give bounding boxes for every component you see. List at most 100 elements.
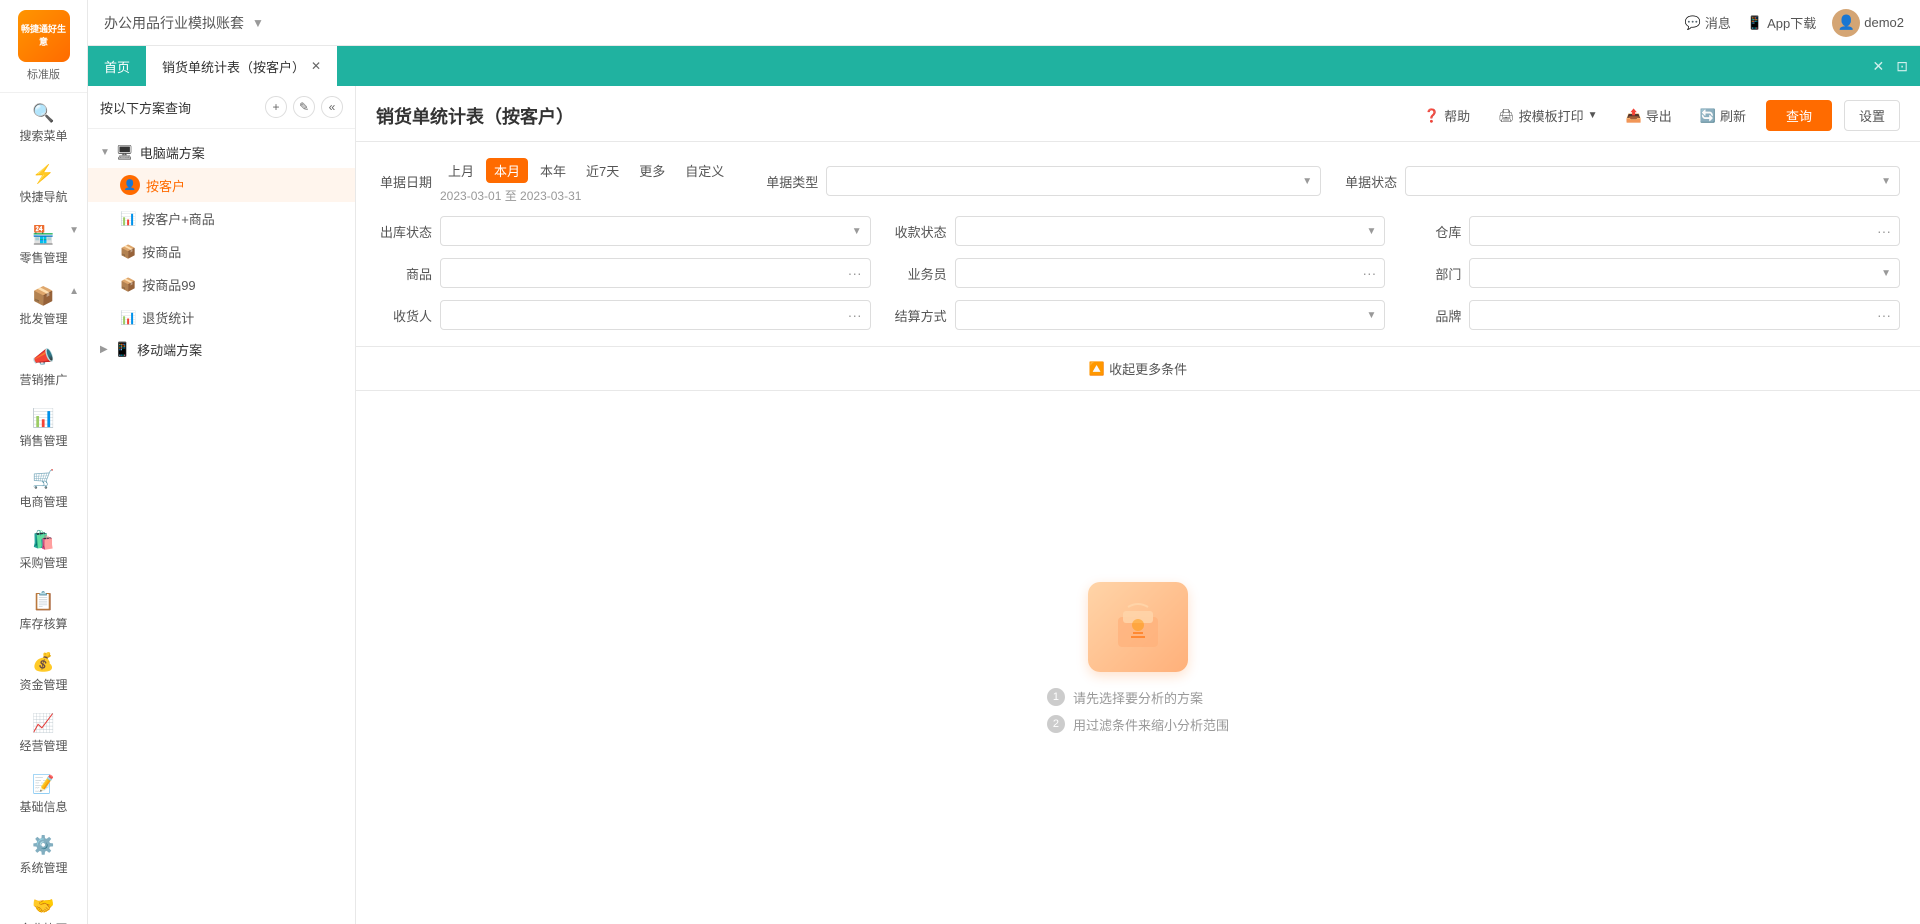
sidebar-item-marketing[interactable]: 📣 营销推广 xyxy=(0,337,87,398)
by-goods-icon: 📦 xyxy=(120,244,136,260)
page-actions: ❓ 帮助 🖨 按模板打印 ▼ 📤 导出 🔄 刷新 xyxy=(1416,100,1900,131)
empty-illustration xyxy=(1088,582,1188,672)
goods-dots-icon: ··· xyxy=(848,265,862,281)
wholesale-icon: 📦 xyxy=(32,286,54,307)
tree-group-mobile-header[interactable]: ▶ 📱 移动端方案 xyxy=(88,334,355,365)
filter-receiver: 收货人 ··· xyxy=(376,300,871,330)
date-label: 单据日期 xyxy=(376,172,432,191)
empty-state: 1 请先选择要分析的方案 2 用过滤条件来缩小分析范围 xyxy=(356,391,1920,924)
active-badge: 👤 xyxy=(120,175,140,195)
date-tab-more[interactable]: 更多 xyxy=(631,158,673,183)
filter-row-4: 收货人 ··· 结算方式 ▼ xyxy=(376,300,1900,330)
right-content: 销货单统计表（按客户） ❓ 帮助 🖨 按模板打印 ▼ 📤 导出 xyxy=(356,86,1920,924)
doc-type-input[interactable]: ▼ xyxy=(826,166,1321,196)
window-maximize-btn[interactable]: ⊡ xyxy=(1896,58,1908,75)
staff-input[interactable]: ··· xyxy=(955,258,1386,288)
ship-arrow-icon: ▼ xyxy=(852,226,862,237)
brand-input[interactable]: ··· xyxy=(1469,300,1900,330)
left-panel-title: 按以下方案查询 xyxy=(100,98,257,117)
date-range: 2023-03-01 至 2023-03-31 xyxy=(440,187,732,204)
page-header: 销货单统计表（按客户） ❓ 帮助 🖨 按模板打印 ▼ 📤 导出 xyxy=(356,86,1920,142)
filter-doc-status: 单据状态 ▼ xyxy=(1341,166,1900,196)
sidebar-nav: 🔍 搜索菜单 ⚡ 快捷导航 🏪 零售管理 ▼ 📦 批发管理 ▲ 📣 营销推广 📊… xyxy=(0,93,87,924)
goods-input[interactable]: ··· xyxy=(440,258,871,288)
collapse-panel-btn[interactable]: « xyxy=(321,96,343,118)
app-download-btn[interactable]: 📱 App下载 xyxy=(1747,13,1816,32)
query-button[interactable]: 查询 xyxy=(1766,100,1832,131)
sidebar: 畅捷通好生意 标准版 🔍 搜索菜单 ⚡ 快捷导航 🏪 零售管理 ▼ 📦 批发管理… xyxy=(0,0,88,924)
collapse-row: 🔼 收起更多条件 xyxy=(356,347,1920,391)
sidebar-item-finance[interactable]: 💰 资金管理 xyxy=(0,642,87,703)
dept-input[interactable]: ▼ xyxy=(1469,258,1900,288)
settle-label: 结算方式 xyxy=(891,306,947,325)
edit-scheme-btn[interactable]: ✎ xyxy=(293,96,315,118)
tab-close-icon[interactable]: ✕ xyxy=(311,59,321,73)
sales-icon: 📊 xyxy=(32,408,54,429)
message-btn[interactable]: 💬 消息 xyxy=(1685,13,1731,32)
dept-label: 部门 xyxy=(1405,264,1461,283)
date-tab-7days[interactable]: 近7天 xyxy=(578,158,627,183)
sidebar-item-quick-nav[interactable]: ⚡ 快捷导航 xyxy=(0,154,87,215)
marketing-icon: 📣 xyxy=(32,347,54,368)
help-icon: ❓ xyxy=(1424,108,1440,124)
filter-payment-status: 收款状态 ▼ xyxy=(891,216,1386,246)
sidebar-item-sales[interactable]: 📊 销售管理 xyxy=(0,398,87,459)
topbar-right: 💬 消息 📱 App下载 👤 demo2 xyxy=(1685,9,1904,37)
tree-item-by-goods-99[interactable]: 📦 按商品99 xyxy=(88,268,355,301)
sidebar-item-enterprise[interactable]: 🤝 企业协同 xyxy=(0,886,87,924)
date-tab-this-year[interactable]: 本年 xyxy=(532,158,574,183)
payment-status-input[interactable]: ▼ xyxy=(955,216,1386,246)
export-icon: 📤 xyxy=(1626,108,1642,124)
tab-home[interactable]: 首页 xyxy=(88,46,146,86)
print-arrow-icon: ▼ xyxy=(1588,110,1598,121)
tab-sales-report[interactable]: 销货单统计表（按客户） ✕ xyxy=(146,46,337,86)
receiver-input[interactable]: ··· xyxy=(440,300,871,330)
refresh-btn[interactable]: 🔄 刷新 xyxy=(1692,102,1754,129)
collapse-btn[interactable]: 🔼 收起更多条件 xyxy=(1073,355,1203,382)
date-tab-this-month[interactable]: 本月 xyxy=(486,158,528,183)
doc-type-label: 单据类型 xyxy=(762,172,818,191)
ship-status-input[interactable]: ▼ xyxy=(440,216,871,246)
filter-date: 单据日期 上月 本月 本年 近7天 更多 自定义 2023-03-01 至 20… xyxy=(376,158,732,204)
payment-label: 收款状态 xyxy=(891,222,947,241)
tree-item-by-customer[interactable]: 👤 按客户 xyxy=(88,168,355,202)
sidebar-item-retail[interactable]: 🏪 零售管理 ▼ xyxy=(0,215,87,276)
settle-input[interactable]: ▼ xyxy=(955,300,1386,330)
sidebar-item-basic[interactable]: 📝 基础信息 xyxy=(0,764,87,825)
sidebar-item-ecommerce[interactable]: 🛒 电商管理 xyxy=(0,459,87,520)
sidebar-item-search[interactable]: 🔍 搜索菜单 xyxy=(0,93,87,154)
filter-brand: 品牌 ··· xyxy=(1405,300,1900,330)
empty-tip-2: 2 用过滤条件来缩小分析范围 xyxy=(1047,715,1229,734)
settle-arrow-icon: ▼ xyxy=(1366,310,1376,321)
date-tab-custom[interactable]: 自定义 xyxy=(677,158,732,183)
topbar-left: 办公用品行业模拟账套 ▼ xyxy=(104,13,264,33)
filter-staff: 业务员 ··· xyxy=(891,258,1386,288)
date-tab-last-month[interactable]: 上月 xyxy=(440,158,482,183)
sidebar-item-purchase[interactable]: 🛍️ 采购管理 xyxy=(0,520,87,581)
sidebar-item-operations[interactable]: 📈 经营管理 xyxy=(0,703,87,764)
print-template-btn[interactable]: 🖨 按模板打印 ▼ xyxy=(1490,102,1605,129)
filter-ship-status: 出库状态 ▼ xyxy=(376,216,871,246)
avatar: 👤 xyxy=(1832,9,1860,37)
filter-area: 单据日期 上月 本月 本年 近7天 更多 自定义 2023-03-01 至 20… xyxy=(356,142,1920,347)
content-area: 按以下方案查询 + ✎ « ▼ 🖥 电脑端方案 👤 按客户 xyxy=(88,86,1920,924)
sidebar-item-wholesale[interactable]: 📦 批发管理 ▲ xyxy=(0,276,87,337)
user-menu[interactable]: 👤 demo2 xyxy=(1832,9,1904,37)
add-scheme-btn[interactable]: + xyxy=(265,96,287,118)
sidebar-item-inventory[interactable]: 📋 库存核算 xyxy=(0,581,87,642)
tree-group-desktop-header[interactable]: ▼ 🖥 电脑端方案 xyxy=(88,137,355,168)
warehouse-input[interactable]: ··· xyxy=(1469,216,1900,246)
window-close-btn[interactable]: ✕ xyxy=(1873,58,1885,75)
tip2-num: 2 xyxy=(1047,715,1065,733)
sidebar-item-system[interactable]: ⚙️ 系统管理 xyxy=(0,825,87,886)
export-btn[interactable]: 📤 导出 xyxy=(1618,102,1680,129)
help-btn[interactable]: ❓ 帮助 xyxy=(1416,102,1478,129)
window-controls: ✕ ⊡ xyxy=(1861,58,1920,75)
tree-item-return-stats[interactable]: 📊 退货统计 xyxy=(88,301,355,334)
customer-goods-icon: 📊 xyxy=(120,211,136,227)
tree-item-by-goods[interactable]: 📦 按商品 xyxy=(88,235,355,268)
settings-button[interactable]: 设置 xyxy=(1844,100,1900,131)
tree-item-customer-goods[interactable]: 📊 按客户+商品 xyxy=(88,202,355,235)
doc-status-input[interactable]: ▼ xyxy=(1405,166,1900,196)
return-stats-icon: 📊 xyxy=(120,310,136,326)
